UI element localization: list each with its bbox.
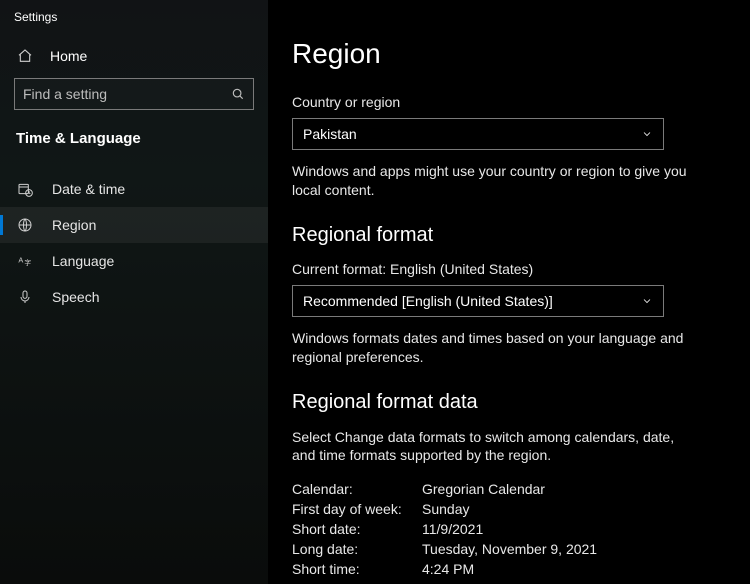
value: 4:24 PM [422, 561, 474, 577]
language-icon: A字 [16, 253, 34, 269]
key: First day of week: [292, 501, 422, 517]
nav-label: Date & time [52, 181, 125, 197]
home-label: Home [50, 48, 87, 64]
country-value: Pakistan [303, 126, 357, 142]
value: Tuesday, November 9, 2021 [422, 541, 597, 557]
format-dropdown[interactable]: Recommended [English (United States)] [292, 285, 664, 317]
regional-format-description: Windows formats dates and times based on… [292, 329, 692, 367]
nav-speech[interactable]: Speech [0, 279, 268, 315]
page-title: Region [292, 38, 726, 70]
nav-label: Language [52, 253, 114, 269]
value: 11/9/2021 [422, 521, 483, 537]
chevron-down-icon [641, 128, 653, 140]
nav-language[interactable]: A字 Language [0, 243, 268, 279]
app-title: Settings [0, 0, 268, 38]
row-short-date: Short date: 11/9/2021 [292, 521, 726, 537]
home-button[interactable]: Home [0, 38, 268, 74]
key: Calendar: [292, 481, 422, 497]
search-icon [231, 87, 245, 101]
chevron-down-icon [641, 295, 653, 307]
calendar-clock-icon [16, 181, 34, 197]
value: Gregorian Calendar [422, 481, 545, 497]
search-input-container[interactable] [14, 78, 254, 110]
svg-text:A: A [18, 255, 23, 264]
microphone-icon [16, 289, 34, 305]
row-first-day: First day of week: Sunday [292, 501, 726, 517]
nav-list: Date & time Region A字 Language Speech [0, 171, 268, 315]
key: Short time: [292, 561, 422, 577]
nav-date-time[interactable]: Date & time [0, 171, 268, 207]
sidebar: Settings Home Time & Language Date & tim… [0, 0, 268, 584]
globe-icon [16, 217, 34, 233]
country-description: Windows and apps might use your country … [292, 162, 692, 200]
key: Short date: [292, 521, 422, 537]
content-area: Region Country or region Pakistan Window… [268, 0, 750, 584]
country-label: Country or region [292, 94, 726, 110]
regional-format-data-heading: Regional format data [292, 391, 726, 414]
row-calendar: Calendar: Gregorian Calendar [292, 481, 726, 497]
search-wrap [0, 74, 268, 120]
format-value: Recommended [English (United States)] [303, 293, 553, 309]
regional-format-data-description: Select Change data formats to switch amo… [292, 428, 692, 466]
home-icon [16, 48, 34, 64]
current-format-label: Current format: English (United States) [292, 261, 726, 277]
search-input[interactable] [23, 86, 231, 102]
nav-label: Speech [52, 289, 99, 305]
row-long-date: Long date: Tuesday, November 9, 2021 [292, 541, 726, 557]
svg-text:字: 字 [24, 258, 31, 267]
category-heading: Time & Language [0, 120, 268, 161]
regional-format-heading: Regional format [292, 224, 726, 247]
country-dropdown[interactable]: Pakistan [292, 118, 664, 150]
row-short-time: Short time: 4:24 PM [292, 561, 726, 577]
value: Sunday [422, 501, 469, 517]
key: Long date: [292, 541, 422, 557]
nav-region[interactable]: Region [0, 207, 268, 243]
format-data-table: Calendar: Gregorian Calendar First day o… [292, 481, 726, 584]
nav-label: Region [52, 217, 96, 233]
